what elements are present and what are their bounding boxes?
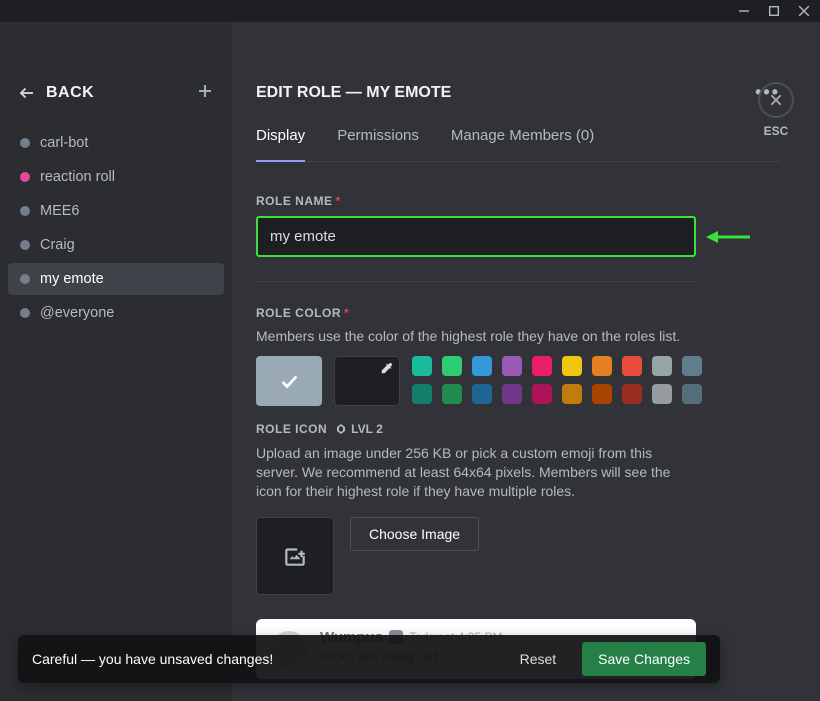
tab-manage-members[interactable]: Manage Members (0) xyxy=(451,127,594,161)
sidebar-role-item[interactable]: @everyone xyxy=(8,297,224,329)
role-color-help: Members use the color of the highest rol… xyxy=(256,328,780,344)
color-swatch[interactable] xyxy=(442,384,462,404)
roles-sidebar: BACK carl-bot reaction roll MEE6 Craig my em… xyxy=(0,22,232,701)
boost-level-badge: LVL 2 xyxy=(335,422,383,436)
role-item-label: MEE6 xyxy=(40,203,80,219)
role-color-dot xyxy=(20,308,30,318)
save-changes-button[interactable]: Save Changes xyxy=(582,642,706,676)
color-default-swatch[interactable] xyxy=(256,356,322,406)
unsaved-changes-bar: Careful — you have unsaved changes! Rese… xyxy=(18,635,720,683)
window-close-icon[interactable] xyxy=(798,5,810,17)
role-item-label: Craig xyxy=(40,237,75,253)
tab-permissions[interactable]: Permissions xyxy=(337,127,419,161)
color-swatch[interactable] xyxy=(592,384,612,404)
role-color-dot xyxy=(20,274,30,284)
window-maximize-icon[interactable] xyxy=(768,5,780,17)
color-custom-swatch[interactable] xyxy=(334,356,400,406)
plus-icon xyxy=(196,82,214,100)
role-color-dot xyxy=(20,172,30,182)
role-item-label: carl-bot xyxy=(40,135,88,151)
esc-label: ESC xyxy=(764,124,789,138)
color-swatch[interactable] xyxy=(682,356,702,376)
color-swatch[interactable] xyxy=(412,384,432,404)
sidebar-role-item[interactable]: my emote xyxy=(8,263,224,295)
color-swatch[interactable] xyxy=(622,356,642,376)
back-button[interactable]: BACK xyxy=(18,84,94,102)
role-name-input[interactable] xyxy=(256,216,696,257)
check-icon xyxy=(278,370,300,392)
color-swatch[interactable] xyxy=(562,356,582,376)
role-icon-help: Upload an image under 256 KB or pick a c… xyxy=(256,444,696,501)
divider xyxy=(256,281,696,282)
back-label: BACK xyxy=(46,84,94,102)
role-item-label: my emote xyxy=(40,271,104,287)
color-swatch[interactable] xyxy=(502,356,522,376)
page-title: EDIT ROLE — MY EMOTE xyxy=(256,84,451,102)
color-swatch[interactable] xyxy=(592,356,612,376)
color-swatch[interactable] xyxy=(652,356,672,376)
sidebar-role-item[interactable]: Craig xyxy=(8,229,224,261)
role-name-label: ROLE NAME* xyxy=(256,194,780,208)
window-titlebar xyxy=(0,0,820,22)
sidebar-role-item[interactable]: MEE6 xyxy=(8,195,224,227)
edit-role-panel: EDIT ROLE — MY EMOTE ••• Display Permiss… xyxy=(232,22,820,701)
tabs: Display Permissions Manage Members (0) xyxy=(256,127,780,162)
sidebar-role-item[interactable]: carl-bot xyxy=(8,127,224,159)
role-color-dot xyxy=(20,206,30,216)
role-color-dot xyxy=(20,240,30,250)
boost-gem-icon xyxy=(335,423,347,435)
color-swatch[interactable] xyxy=(652,384,672,404)
window-minimize-icon[interactable] xyxy=(738,5,750,17)
sidebar-role-item[interactable]: reaction roll xyxy=(8,161,224,193)
color-swatch[interactable] xyxy=(472,356,492,376)
color-swatch[interactable] xyxy=(622,384,642,404)
color-swatch[interactable] xyxy=(412,356,432,376)
role-item-label: reaction roll xyxy=(40,169,115,185)
color-swatch[interactable] xyxy=(532,384,552,404)
close-button[interactable] xyxy=(758,82,794,118)
color-swatch[interactable] xyxy=(472,384,492,404)
tab-display[interactable]: Display xyxy=(256,127,305,162)
add-role-button[interactable] xyxy=(196,82,214,103)
role-color-label: ROLE COLOR* xyxy=(256,306,780,320)
arrow-left-icon xyxy=(18,84,36,102)
close-icon xyxy=(768,92,784,108)
color-swatch[interactable] xyxy=(442,356,462,376)
unsaved-text: Careful — you have unsaved changes! xyxy=(32,651,273,667)
highlight-arrow-icon xyxy=(706,229,750,245)
add-image-icon xyxy=(282,543,308,569)
color-swatch[interactable] xyxy=(502,384,522,404)
role-icon-label: ROLE ICON xyxy=(256,422,327,436)
role-color-dot xyxy=(20,138,30,148)
color-swatch[interactable] xyxy=(682,384,702,404)
upload-image-box[interactable] xyxy=(256,517,334,595)
color-swatch[interactable] xyxy=(532,356,552,376)
reset-button[interactable]: Reset xyxy=(506,643,571,675)
eyedropper-icon xyxy=(380,361,394,375)
choose-image-button[interactable]: Choose Image xyxy=(350,517,479,551)
role-item-label: @everyone xyxy=(40,305,114,321)
color-swatch[interactable] xyxy=(562,384,582,404)
